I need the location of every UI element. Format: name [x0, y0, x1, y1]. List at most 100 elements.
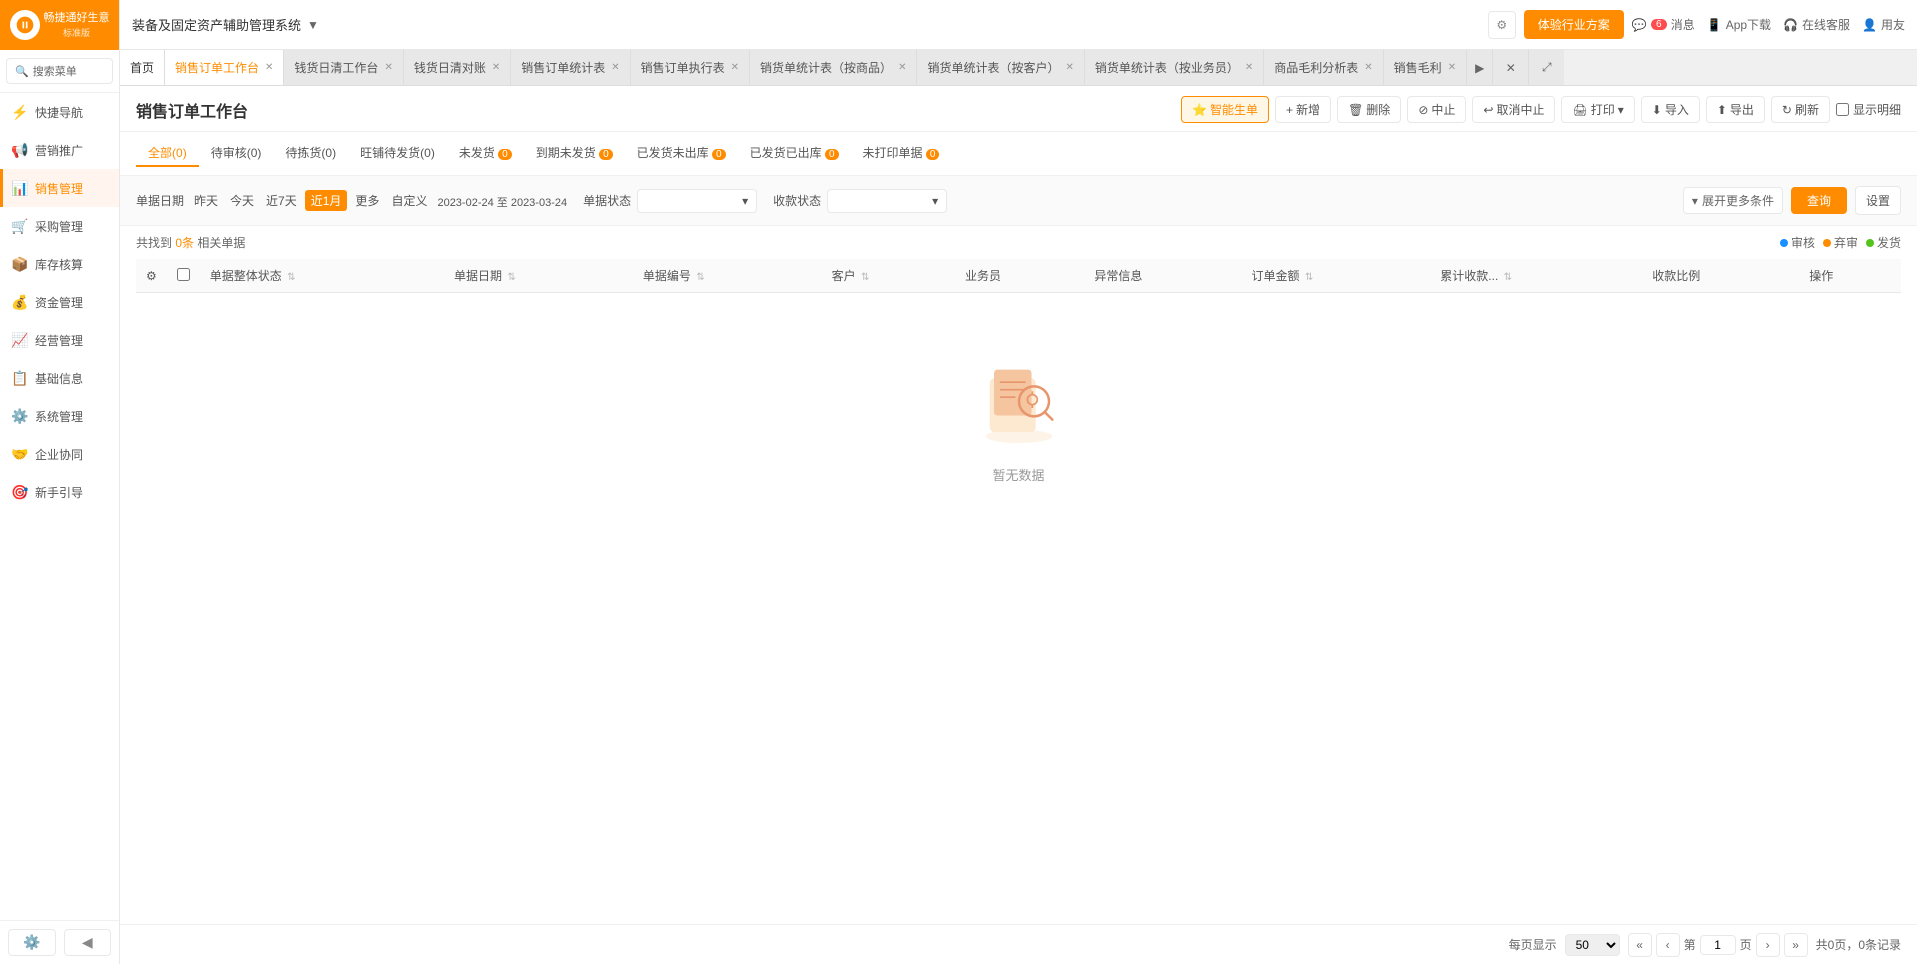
filter-tab-not-shipped[interactable]: 未发货 0	[447, 140, 524, 167]
status-select[interactable]: ▾	[637, 189, 757, 213]
sidebar-item-base-info[interactable]: 📋 基础信息	[0, 359, 119, 397]
plus-icon: +	[1286, 103, 1293, 117]
tab-sales-workbench-close[interactable]: ✕	[265, 62, 273, 73]
tab-gross-analysis-close[interactable]: ✕	[1364, 62, 1372, 73]
th-number: 单据编号 ⇅	[633, 259, 822, 293]
topbar-message[interactable]: 💬 6 消息	[1632, 16, 1695, 33]
payment-select[interactable]: ▾	[827, 189, 947, 213]
industry-solution-button[interactable]: 体验行业方案	[1524, 10, 1624, 39]
tab-home[interactable]: 首页	[120, 50, 165, 85]
import-icon: ⬇	[1652, 103, 1662, 117]
filter-tab-shipped-out[interactable]: 已发货已出库 0	[738, 140, 851, 167]
filter-tab-not-printed[interactable]: 未打印单据 0	[851, 140, 952, 167]
sidebar-item-system[interactable]: ⚙️ 系统管理	[0, 397, 119, 435]
sidebar-nav: ⚡ 快捷导航 📢 营销推广 📊 销售管理 🛒 采购管理 📦 库存核算 💰 资金管…	[0, 93, 119, 511]
tab-sales-by-product-close[interactable]: ✕	[898, 62, 906, 73]
tab-sales-by-staff-close[interactable]: ✕	[1245, 62, 1253, 73]
tab-sales-stats[interactable]: 销售订单统计表 ✕	[511, 50, 630, 85]
review-action-btn[interactable]: 审核	[1780, 234, 1815, 251]
per-page-select[interactable]: 10 20 50 100	[1565, 934, 1620, 956]
page-last-button[interactable]: »	[1784, 933, 1808, 957]
tab-sales-by-customer-close[interactable]: ✕	[1065, 62, 1073, 73]
stop-button[interactable]: ⊘ 中止	[1407, 96, 1466, 123]
sidebar-item-operations[interactable]: 📈 经营管理	[0, 321, 119, 359]
filter-tab-wangpu[interactable]: 旺铺待发货(0)	[348, 140, 447, 167]
tab-sales-exec-close[interactable]: ✕	[731, 62, 739, 73]
tab-sales-workbench[interactable]: 销售订单工作台 ✕	[165, 50, 284, 85]
topbar-app-download[interactable]: 📱 App下载	[1707, 16, 1771, 33]
sidebar-item-quick-nav[interactable]: ⚡ 快捷导航	[0, 93, 119, 131]
payment-search-item: 收款状态 ▾	[773, 189, 947, 213]
tab-close-all-button[interactable]: ✕	[1492, 50, 1528, 86]
th-checkbox	[167, 259, 200, 293]
filter-tab-expired[interactable]: 到期未发货 0	[524, 140, 625, 167]
tab-more-button[interactable]: ▶	[1467, 50, 1492, 85]
sidebar-item-guide[interactable]: 🎯 新手引导	[0, 473, 119, 511]
tab-sales-by-staff[interactable]: 销货单统计表（按业务员） ✕	[1085, 50, 1264, 85]
revoke-action-btn[interactable]: 弃审	[1823, 234, 1858, 251]
filter-tab-all[interactable]: 全部(0)	[136, 140, 199, 167]
tab-gross-analysis[interactable]: 商品毛利分析表 ✕	[1264, 50, 1383, 85]
topbar-gear-button[interactable]: ⚙	[1488, 11, 1516, 39]
delete-icon: 🗑	[1348, 103, 1363, 117]
sidebar-item-marketing[interactable]: 📢 营销推广	[0, 131, 119, 169]
date-opt-custom[interactable]: 自定义	[387, 190, 431, 211]
expand-conditions-button[interactable]: ▾ 展开更多条件	[1683, 187, 1783, 214]
tab-cash-daily-close[interactable]: ✕	[384, 62, 392, 73]
cancel-stop-button[interactable]: ↩ 取消中止	[1472, 96, 1555, 123]
tab-sales-by-customer[interactable]: 销货单统计表（按客户） ✕	[917, 50, 1084, 85]
ship-action-btn[interactable]: 发货	[1866, 234, 1901, 251]
date-range-display: 2023-02-24 至 2023-03-24	[437, 194, 567, 210]
system-dropdown-button[interactable]: ▼	[307, 18, 319, 32]
date-opt-more[interactable]: 更多	[351, 190, 383, 211]
topbar-online-service[interactable]: 🎧 在线客服	[1783, 16, 1850, 33]
tab-sales-rate-close[interactable]: ✕	[1448, 62, 1456, 73]
filter-tab-shipped-not-out[interactable]: 已发货未出库 0	[625, 140, 738, 167]
page-number-input[interactable]	[1700, 935, 1736, 955]
cancel-stop-icon: ↩	[1483, 103, 1493, 117]
topbar-user[interactable]: 👤 用友	[1862, 16, 1905, 33]
tab-maximize-button[interactable]: ⤢	[1528, 50, 1564, 86]
import-button[interactable]: ⬇ 导入	[1641, 96, 1700, 123]
sidebar-item-finance[interactable]: 💰 资金管理	[0, 283, 119, 321]
th-amount: 订单金额 ⇅	[1241, 259, 1430, 293]
add-button[interactable]: + 新增	[1275, 96, 1331, 123]
delete-button[interactable]: 🗑 删除	[1337, 96, 1401, 123]
settings-button[interactable]: 设置	[1855, 186, 1901, 215]
date-opt-1month[interactable]: 近1月	[305, 190, 348, 211]
sidebar-item-purchase[interactable]: 🛒 采购管理	[0, 207, 119, 245]
sidebar-item-inventory[interactable]: 📦 库存核算	[0, 245, 119, 283]
sidebar-item-collab[interactable]: 🤝 企业协同	[0, 435, 119, 473]
page-prev-button[interactable]: ‹	[1656, 933, 1680, 957]
th-status: 单据整体状态 ⇅	[200, 259, 444, 293]
page-first-button[interactable]: «	[1628, 933, 1652, 957]
tab-sales-by-product[interactable]: 销货单统计表（按商品） ✕	[750, 50, 917, 85]
logo-icon	[10, 10, 40, 40]
refresh-button[interactable]: ↻ 刷新	[1771, 96, 1830, 123]
date-opt-yesterday[interactable]: 昨天	[190, 190, 222, 211]
search-icon: 🔍	[15, 65, 29, 78]
filter-tab-pending-pickup[interactable]: 待拣货(0)	[273, 140, 348, 167]
tab-cash-reconcile-close[interactable]: ✕	[492, 62, 500, 73]
detail-checkbox[interactable]	[1836, 103, 1849, 116]
tab-actions: ✕ ⤢	[1492, 50, 1564, 85]
tab-sales-rate[interactable]: 销售毛利 ✕	[1384, 50, 1467, 85]
tab-cash-reconcile[interactable]: 钱货日清对账 ✕	[404, 50, 511, 85]
select-all-checkbox[interactable]	[177, 268, 190, 281]
tab-sales-stats-close[interactable]: ✕	[611, 62, 619, 73]
sidebar-settings-button[interactable]: ⚙️	[8, 929, 56, 956]
page-next-button[interactable]: ›	[1756, 933, 1780, 957]
date-opt-7days[interactable]: 近7天	[262, 190, 301, 211]
sidebar-item-sales[interactable]: 📊 销售管理	[0, 169, 119, 207]
smart-create-button[interactable]: ⭐ 智能生单	[1181, 96, 1269, 123]
query-button[interactable]: 查询	[1791, 187, 1847, 214]
search-menu-button[interactable]: 🔍 搜索菜单	[6, 58, 113, 84]
tab-cash-daily[interactable]: 钱货日清工作台 ✕	[284, 50, 403, 85]
sidebar-collapse-button[interactable]: ◀	[64, 929, 112, 956]
filter-tab-pending-review[interactable]: 待审核(0)	[199, 140, 274, 167]
tab-sales-exec[interactable]: 销售订单执行表 ✕	[631, 50, 750, 85]
print-button[interactable]: 🖨 打印 ▾	[1561, 96, 1634, 123]
export-button[interactable]: ⬆ 导出	[1706, 96, 1765, 123]
date-opt-today[interactable]: 今天	[226, 190, 258, 211]
detail-toggle[interactable]: 显示明细	[1836, 101, 1901, 118]
